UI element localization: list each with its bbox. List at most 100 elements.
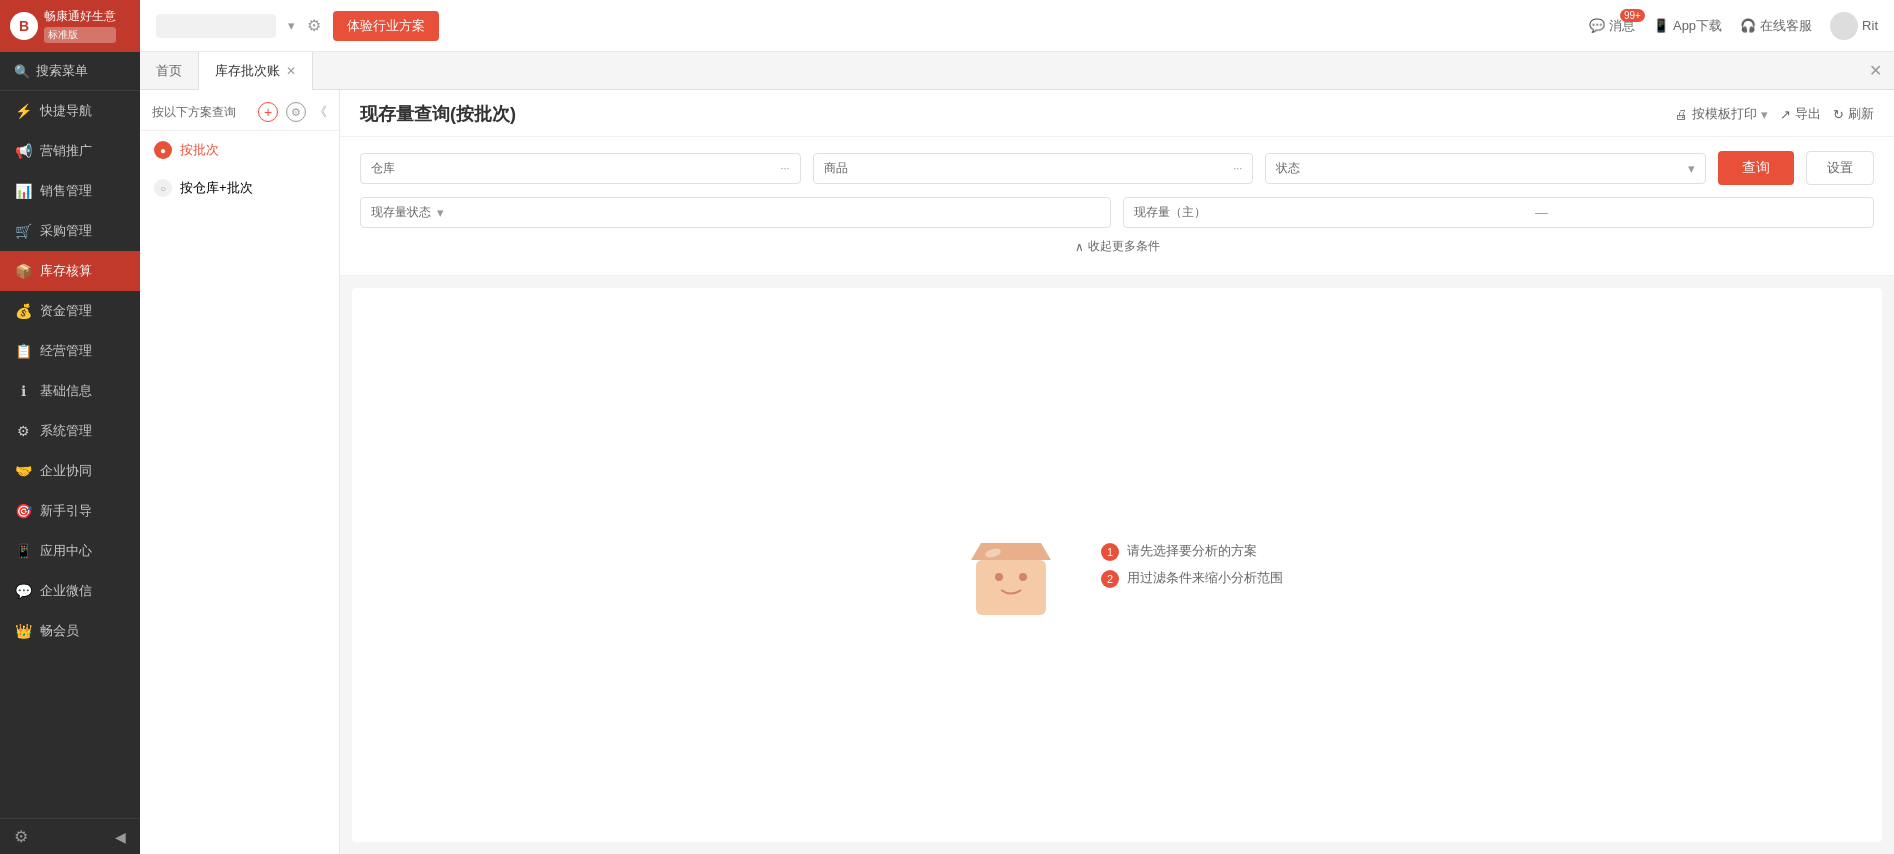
print-label: 按模板打印: [1692, 105, 1757, 123]
sidebar-item-label: 营销推广: [40, 142, 92, 160]
sidebar-item-basic-info[interactable]: ℹ 基础信息: [0, 371, 140, 411]
member-icon: 👑: [14, 622, 32, 640]
filter-warehouse-batch-label: 按仓库+批次: [180, 179, 253, 197]
status-label: 状态: [1276, 160, 1300, 177]
newbie-icon: 🎯: [14, 502, 32, 520]
topbar-search-input[interactable]: [156, 14, 276, 38]
export-button[interactable]: ↗ 导出: [1780, 105, 1821, 123]
sidebar-item-purchase[interactable]: 🛒 采购管理: [0, 211, 140, 251]
stock-status-dropdown-icon[interactable]: ▾: [437, 205, 444, 220]
sidebar-item-label: 快捷导航: [40, 102, 92, 120]
sidebar-item-label: 采购管理: [40, 222, 92, 240]
empty-hint-2: 2 用过滤条件来缩小分析范围: [1101, 569, 1283, 588]
filter-item-by-warehouse-batch[interactable]: ○ 按仓库+批次: [140, 169, 339, 207]
tabbar: 首页 库存批次账 ✕ ✕: [140, 52, 1894, 90]
empty-illustration: [951, 505, 1071, 625]
svg-point-3: [1019, 573, 1027, 581]
printer-icon: 🖨: [1675, 107, 1688, 122]
refresh-button[interactable]: ↻ 刷新: [1833, 105, 1874, 123]
topbar-dropdown-icon[interactable]: ▾: [288, 18, 295, 33]
sidebar-item-label: 基础信息: [40, 382, 92, 400]
warehouse-field[interactable]: 仓库 ···: [360, 153, 801, 184]
online-service-button[interactable]: 🎧 在线客服: [1740, 17, 1812, 35]
sidebar-item-label: 销售管理: [40, 182, 92, 200]
experience-button[interactable]: 体验行业方案: [333, 11, 439, 41]
operations-icon: 📋: [14, 342, 32, 360]
query-button[interactable]: 查询: [1718, 151, 1794, 185]
online-service-label: 在线客服: [1760, 17, 1812, 35]
sidebar-item-finance[interactable]: 💰 资金管理: [0, 291, 140, 331]
sales-icon: 📊: [14, 182, 32, 200]
sidebar-item-member[interactable]: 👑 畅会员: [0, 611, 140, 651]
tab-inventory-batch-label: 库存批次账: [215, 62, 280, 80]
messages-button[interactable]: 💬 消息 99+: [1589, 17, 1635, 35]
product-field[interactable]: 商品 ···: [813, 153, 1254, 184]
stock-status-label: 现存量状态: [371, 204, 431, 221]
hint-number-2: 2: [1101, 570, 1119, 588]
tab-panel-close-icon[interactable]: ✕: [1857, 61, 1894, 80]
collapse-more-button[interactable]: ∧ 收起更多条件: [360, 232, 1874, 261]
status-field[interactable]: 状态 ▾: [1265, 153, 1706, 184]
sidebar-collapse-icon[interactable]: ◀: [115, 829, 126, 845]
company-name: 畅康通好生意: [44, 9, 116, 25]
filter-add-button[interactable]: +: [258, 102, 278, 122]
svg-point-2: [995, 573, 1003, 581]
app-download-button[interactable]: 📱 App下载: [1653, 17, 1722, 35]
print-dropdown-icon[interactable]: ▾: [1761, 107, 1768, 122]
filter-panel-actions: + ⚙ 《: [258, 102, 327, 122]
messages-icon: 💬: [1589, 18, 1605, 33]
app-center-icon: 📱: [14, 542, 32, 560]
tab-close-icon[interactable]: ✕: [286, 64, 296, 78]
status-dropdown-icon[interactable]: ▾: [1688, 161, 1695, 176]
user-label: Rit: [1862, 18, 1878, 33]
sidebar-item-system[interactable]: ⚙ 系统管理: [0, 411, 140, 451]
user-avatar-button[interactable]: Rit: [1830, 12, 1878, 40]
content-area: 按以下方案查询 + ⚙ 《 ● 按批次 ○ 按仓库+批次 现存量查询(按批次): [140, 90, 1894, 854]
sidebar-item-quick-nav[interactable]: ⚡ 快捷导航: [0, 91, 140, 131]
topbar-actions: 💬 消息 99+ 📱 App下载 🎧 在线客服 Rit: [1589, 12, 1878, 40]
filter-warehouse-batch-icon: ○: [154, 179, 172, 197]
sidebar-item-inventory[interactable]: 📦 库存核算: [0, 251, 140, 291]
filter-batch-label: 按批次: [180, 141, 219, 159]
svg-rect-0: [976, 560, 1046, 615]
sidebar-item-wechat[interactable]: 💬 企业微信: [0, 571, 140, 611]
enterprise-icon: 🤝: [14, 462, 32, 480]
collapse-label: 收起更多条件: [1088, 238, 1160, 255]
warehouse-more-icon[interactable]: ···: [781, 162, 790, 174]
empty-hint-1: 1 请先选择要分析的方案: [1101, 542, 1283, 561]
page-header-actions: 🖨 按模板打印 ▾ ↗ 导出 ↻ 刷新: [1675, 105, 1874, 123]
filter-setting-button[interactable]: ⚙: [286, 102, 306, 122]
sidebar-item-newbie[interactable]: 🎯 新手引导: [0, 491, 140, 531]
empty-state: 1 请先选择要分析的方案 2 用过滤条件来缩小分析范围: [352, 288, 1882, 842]
sidebar-item-operations[interactable]: 📋 经营管理: [0, 331, 140, 371]
settings-button[interactable]: 设置: [1806, 151, 1874, 185]
query-row-1: 仓库 ··· 商品 ··· 状态 ▾ 查询 设置: [360, 151, 1874, 185]
sidebar-item-sales[interactable]: 📊 销售管理: [0, 171, 140, 211]
stock-status-field[interactable]: 现存量状态 ▾: [360, 197, 1111, 228]
marketing-icon: 📢: [14, 142, 32, 160]
empty-text: 1 请先选择要分析的方案 2 用过滤条件来缩小分析范围: [1101, 542, 1283, 588]
hint-text-1: 请先选择要分析的方案: [1127, 542, 1257, 560]
stock-qty-min-input[interactable]: [1220, 206, 1519, 220]
topbar-gear-icon[interactable]: ⚙: [307, 16, 321, 35]
status-input[interactable]: [1306, 161, 1688, 175]
product-more-icon[interactable]: ···: [1233, 162, 1242, 174]
stock-qty-field[interactable]: 现存量（主） —: [1123, 197, 1874, 228]
version-badge: 标准版: [44, 27, 116, 43]
sidebar-item-app-center[interactable]: 📱 应用中心: [0, 531, 140, 571]
filter-item-by-batch[interactable]: ● 按批次: [140, 131, 339, 169]
sidebar-item-label: 新手引导: [40, 502, 92, 520]
stock-qty-max-input[interactable]: [1564, 206, 1863, 220]
search-menu-button[interactable]: 🔍 搜索菜单: [0, 52, 140, 91]
main-content: 现存量查询(按批次) 🖨 按模板打印 ▾ ↗ 导出 ↻ 刷新: [340, 90, 1894, 854]
query-row-2: 现存量状态 ▾ 现存量（主） —: [360, 197, 1874, 228]
product-input[interactable]: [854, 161, 1230, 175]
sidebar-item-marketing[interactable]: 📢 营销推广: [0, 131, 140, 171]
sidebar-settings-icon[interactable]: ⚙: [14, 827, 28, 846]
print-button[interactable]: 🖨 按模板打印 ▾: [1675, 105, 1768, 123]
sidebar-item-enterprise[interactable]: 🤝 企业协同: [0, 451, 140, 491]
filter-collapse-button[interactable]: 《: [314, 103, 327, 121]
tab-inventory-batch[interactable]: 库存批次账 ✕: [199, 52, 313, 90]
warehouse-input[interactable]: [401, 161, 777, 175]
tab-home[interactable]: 首页: [140, 52, 199, 90]
